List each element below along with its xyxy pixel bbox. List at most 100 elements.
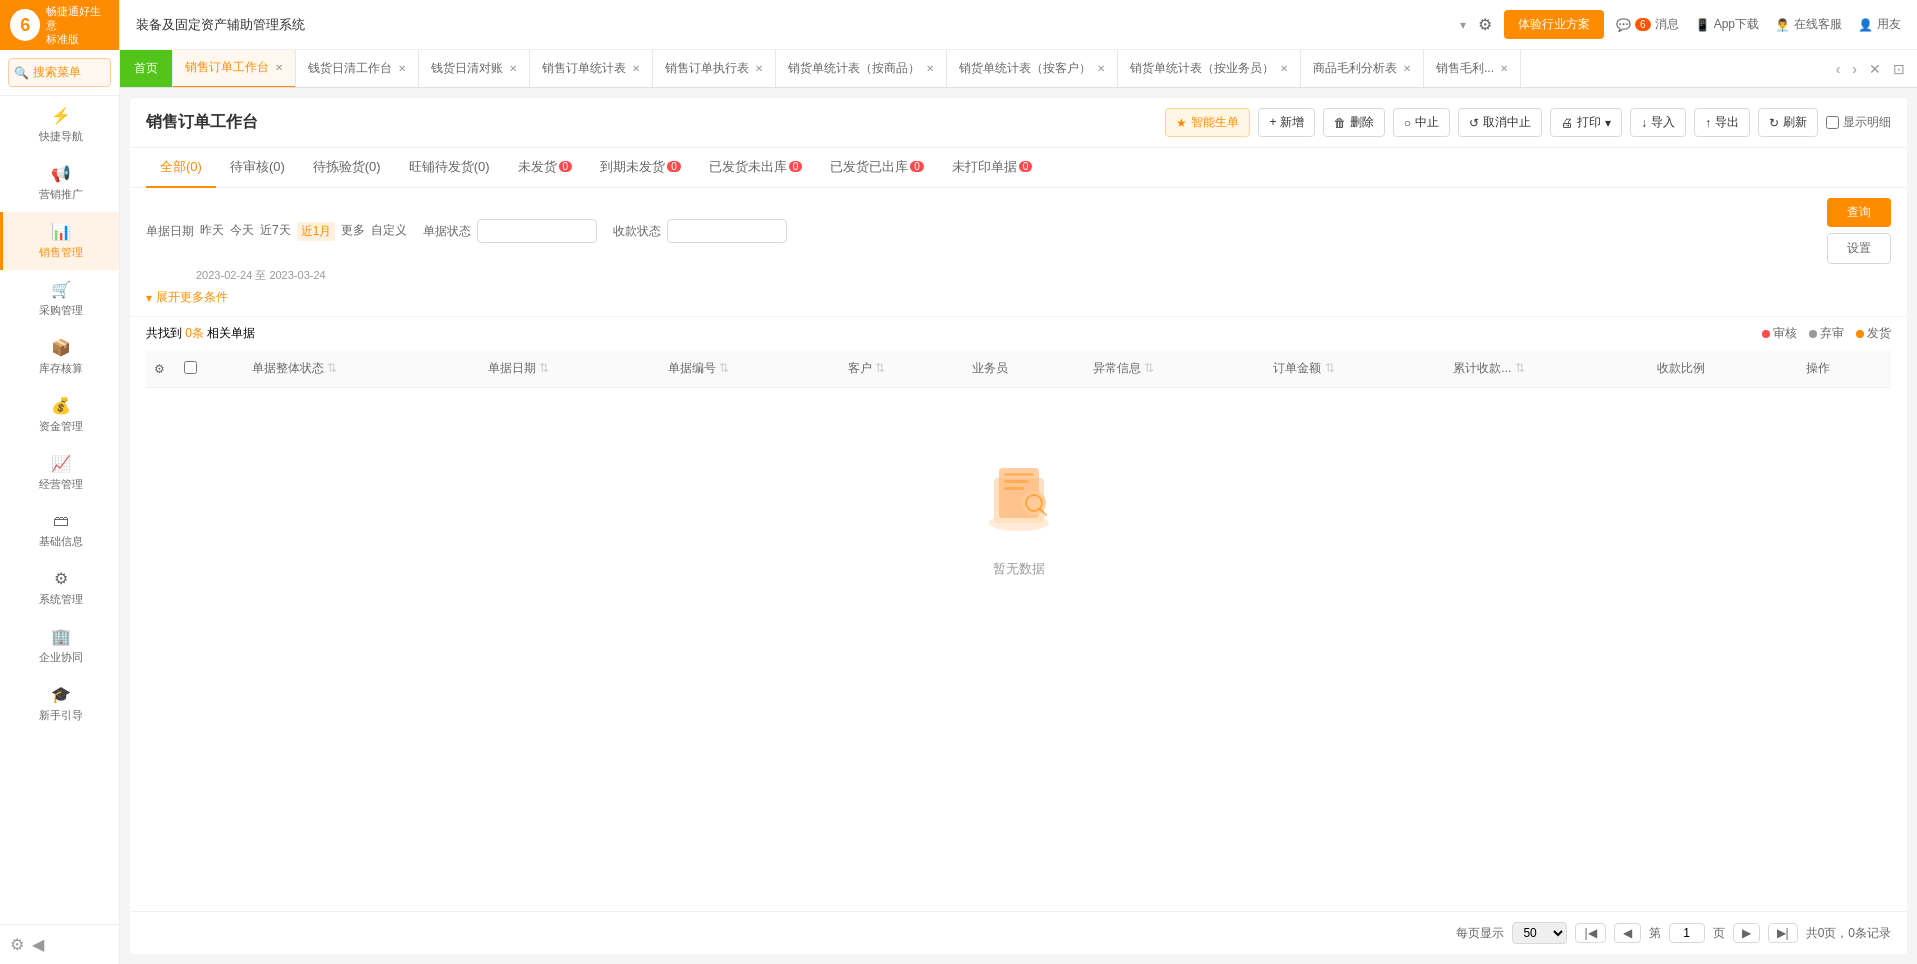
tab-salesperson-stats[interactable]: 销货单统计表（按业务员） ✕ <box>1118 50 1301 88</box>
close-tab-execute-icon[interactable]: ✕ <box>755 63 763 74</box>
pagination: 每页显示 50 100 200 |◀ ◀ 第 页 ▶ ▶| 共0页，0条记录 <box>130 911 1907 954</box>
expand-filter-button[interactable]: ▾ 展开更多条件 <box>146 289 1891 306</box>
smart-create-button[interactable]: ★ 智能生单 <box>1165 108 1250 137</box>
week-shortcut[interactable]: 近7天 <box>260 222 291 241</box>
online-service-button[interactable]: 👨‍💼 在线客服 <box>1775 16 1842 33</box>
select-all-checkbox[interactable] <box>184 361 197 374</box>
sub-tab-overdue[interactable]: 到期未发货 0 <box>586 148 695 188</box>
close-all-tabs-icon[interactable]: ✕ <box>1865 59 1885 79</box>
more-shortcut[interactable]: 更多 <box>341 222 365 241</box>
add-button[interactable]: + 新增 <box>1258 108 1314 137</box>
close-tab-stats-icon[interactable]: ✕ <box>632 63 640 74</box>
export-button[interactable]: ↑ 导出 <box>1694 108 1750 137</box>
payment-select[interactable] <box>667 219 787 243</box>
industry-solution-button[interactable]: 体验行业方案 <box>1504 10 1604 39</box>
sidebar-item-enterprise[interactable]: 🏢 企业协同 <box>0 617 119 675</box>
stats-tab-label: 销售订单统计表 <box>542 60 626 77</box>
page-size-select[interactable]: 50 100 200 <box>1512 922 1567 944</box>
sub-tab-shipped-out[interactable]: 已发货已出库 0 <box>816 148 938 188</box>
tab-execute[interactable]: 销售订单执行表 ✕ <box>653 50 776 88</box>
today-shortcut[interactable]: 今天 <box>230 222 254 241</box>
sub-tab-not-printed[interactable]: 未打印单据 0 <box>938 148 1047 188</box>
close-tab-reconcile-icon[interactable]: ✕ <box>509 63 517 74</box>
query-button[interactable]: 查询 <box>1827 198 1891 227</box>
col-number[interactable]: 单据编号 ⇅ <box>660 350 840 388</box>
status-select[interactable] <box>477 219 597 243</box>
sub-tab-pending-check[interactable]: 待拣验货(0) <box>299 148 395 188</box>
prev-page-button[interactable]: ◀ <box>1614 923 1641 943</box>
col-customer[interactable]: 客户 ⇅ <box>840 350 964 388</box>
messages-button[interactable]: 💬 6 消息 <box>1616 16 1679 33</box>
next-page-button[interactable]: ▶ <box>1733 923 1760 943</box>
col-amount[interactable]: 订单金额 ⇅ <box>1265 350 1445 388</box>
tab-sales-margin[interactable]: 销售毛利... ✕ <box>1424 50 1521 88</box>
sidebar-item-sales[interactable]: 📊 销售管理 <box>0 212 119 270</box>
review-action-button[interactable]: 审核 <box>1762 325 1797 342</box>
tab-customer-stats[interactable]: 销货单统计表（按客户） ✕ <box>947 50 1118 88</box>
sidebar-item-basic[interactable]: 🗃 基础信息 <box>0 502 119 559</box>
tab-daily-clear[interactable]: 钱货日清工作台 ✕ <box>296 50 419 88</box>
close-tab-sales-order-icon[interactable]: ✕ <box>275 62 283 73</box>
user-menu-button[interactable]: 👤 用友 <box>1858 16 1901 33</box>
workbench-header: 销售订单工作台 ★ 智能生单 + 新增 🗑 删除 ○ 中止 <box>130 98 1907 148</box>
close-tab-margin-icon[interactable]: ✕ <box>1403 63 1411 74</box>
results-count-number: 0条 <box>185 326 204 340</box>
ship-action-button[interactable]: 发货 <box>1856 325 1891 342</box>
refresh-button[interactable]: ↻ 刷新 <box>1758 108 1818 137</box>
tab-margin[interactable]: 商品毛利分析表 ✕ <box>1301 50 1424 88</box>
tab-bar: 首页 销售订单工作台 ✕ 钱货日清工作台 ✕ 钱货日清对账 ✕ 销售订单统计表 … <box>120 50 1917 88</box>
sidebar-item-label: 采购管理 <box>39 303 83 318</box>
sidebar-item-guide[interactable]: 🎓 新手引导 <box>0 675 119 733</box>
tab-reconcile[interactable]: 钱货日清对账 ✕ <box>419 50 530 88</box>
yesterday-shortcut[interactable]: 昨天 <box>200 222 224 241</box>
close-tab-daily-clear-icon[interactable]: ✕ <box>398 63 406 74</box>
sub-tab-all[interactable]: 全部(0) <box>146 148 216 188</box>
collapse-sidebar-icon[interactable]: ◀ <box>32 935 44 954</box>
sub-tab-shipped-not-out[interactable]: 已发货未出库 0 <box>695 148 817 188</box>
page-input[interactable] <box>1669 923 1705 943</box>
sidebar-item-system[interactable]: ⚙ 系统管理 <box>0 559 119 617</box>
orders-table: ⚙ 单据整体状态 ⇅ 单据日期 ⇅ <box>146 350 1891 388</box>
sidebar-item-inventory[interactable]: 📦 库存核算 <box>0 328 119 386</box>
print-button[interactable]: 🖨 打印 ▾ <box>1550 108 1622 137</box>
close-tab-goods-icon[interactable]: ✕ <box>926 63 934 74</box>
tab-stats[interactable]: 销售订单统计表 ✕ <box>530 50 653 88</box>
sub-tab-pending-review[interactable]: 待审核(0) <box>216 148 299 188</box>
col-date[interactable]: 单据日期 ⇅ <box>480 350 660 388</box>
month-shortcut[interactable]: 近1月 <box>297 222 336 241</box>
next-tabs-icon[interactable]: › <box>1848 59 1861 79</box>
sub-tab-not-shipped[interactable]: 未发货 0 <box>504 148 587 188</box>
prev-tabs-icon[interactable]: ‹ <box>1832 59 1845 79</box>
show-detail-checkbox[interactable] <box>1826 116 1839 129</box>
sidebar-item-quick-nav[interactable]: ⚡ 快捷导航 <box>0 96 119 154</box>
sidebar-item-finance[interactable]: 💰 资金管理 <box>0 386 119 444</box>
settings-icon[interactable]: ⚙ <box>1478 15 1492 34</box>
sidebar-item-purchase[interactable]: 🛒 采购管理 <box>0 270 119 328</box>
reject-action-button[interactable]: 弃审 <box>1809 325 1844 342</box>
last-page-button[interactable]: ▶| <box>1768 923 1798 943</box>
search-menu-button[interactable]: 🔍 搜索菜单 <box>8 58 111 87</box>
custom-shortcut[interactable]: 自定义 <box>371 222 407 241</box>
settings-gear-icon[interactable]: ⚙ <box>10 935 24 954</box>
setting-button[interactable]: 设置 <box>1827 233 1891 264</box>
import-button[interactable]: ↓ 导入 <box>1630 108 1686 137</box>
cancel-stop-button[interactable]: ↺ 取消中止 <box>1458 108 1542 137</box>
close-tab-sales-margin-icon[interactable]: ✕ <box>1500 63 1508 74</box>
sidebar-item-marketing[interactable]: 📢 营销推广 <box>0 154 119 212</box>
settings-col-icon[interactable]: ⚙ <box>154 362 165 376</box>
delete-button[interactable]: 🗑 删除 <box>1323 108 1385 137</box>
sidebar-item-label: 企业协同 <box>39 650 83 665</box>
app-download-button[interactable]: 📱 App下载 <box>1695 16 1759 33</box>
stop-button[interactable]: ○ 中止 <box>1393 108 1450 137</box>
sub-tab-shop-pending[interactable]: 旺铺待发货(0) <box>395 148 504 188</box>
close-tab-customer-icon[interactable]: ✕ <box>1097 63 1105 74</box>
first-page-button[interactable]: |◀ <box>1575 923 1605 943</box>
tab-sales-order[interactable]: 销售订单工作台 ✕ <box>173 50 296 88</box>
col-status[interactable]: 单据整体状态 ⇅ <box>244 350 480 388</box>
expand-tabs-icon[interactable]: ⊡ <box>1889 59 1909 79</box>
tab-home[interactable]: 首页 <box>120 50 173 88</box>
sidebar-item-operations[interactable]: 📈 经营管理 <box>0 444 119 502</box>
tab-goods-stats[interactable]: 销货单统计表（按商品） ✕ <box>776 50 947 88</box>
close-tab-salesperson-icon[interactable]: ✕ <box>1280 63 1288 74</box>
col-collected[interactable]: 累计收款... ⇅ <box>1445 350 1648 388</box>
